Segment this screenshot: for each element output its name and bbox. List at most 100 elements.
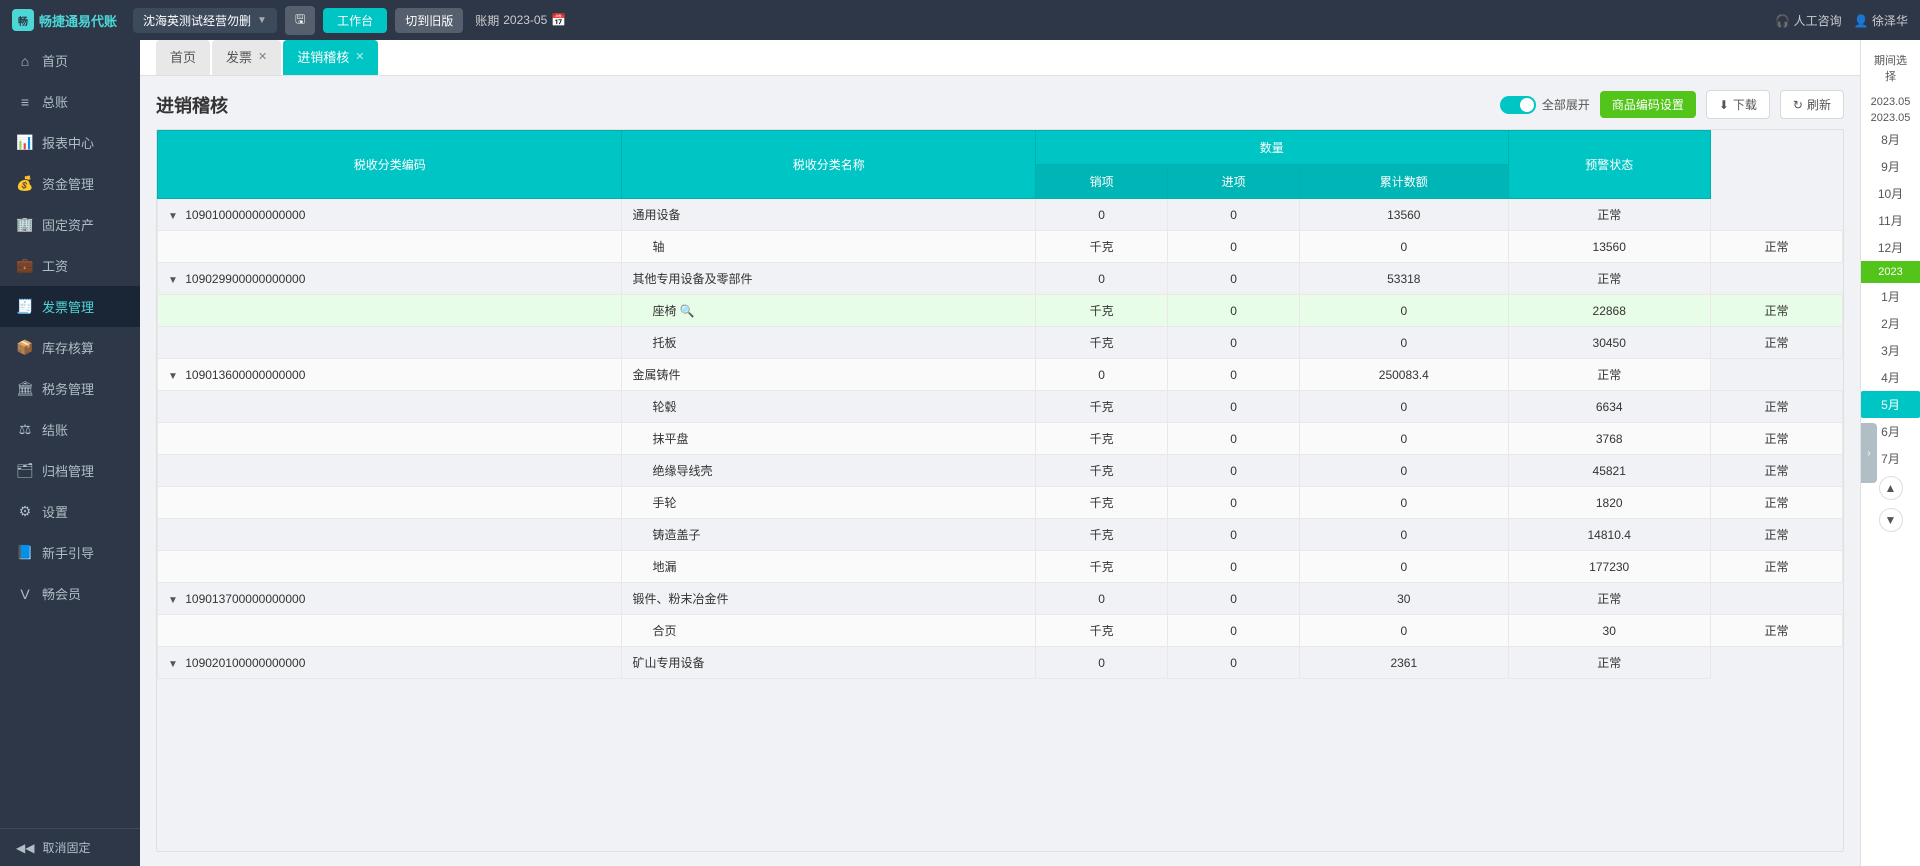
sidebar: ⌂ 首页 ≡ 总账 📊 报表中心 💰 资金管理 🏢 固定资产 💼 工资 🧾 发票… [0,40,140,866]
period-month-item[interactable]: 11月 [1861,207,1920,234]
assets-icon: 🏢 [16,216,34,233]
cell-unit: 千克 [1036,487,1168,519]
settings-icon: ⚙ [16,503,34,520]
scroll-down-button[interactable]: ▼ [1879,508,1903,532]
period-month-item[interactable]: 8月 [1861,126,1920,153]
home-icon: ⌂ [16,53,34,69]
tab-invoice-label: 发票 [226,47,252,66]
period-month-item[interactable]: 10月 [1861,180,1920,207]
company-name: 沈海英测试经营勿删 [143,12,251,29]
cell-code: ▼ 109010000000000000 [158,199,622,231]
company-selector[interactable]: 沈海英测试经营勿删 ▼ [133,8,277,33]
reports-icon: 📊 [16,134,34,151]
toggle-switch[interactable] [1500,96,1536,114]
top-actions: 🖫 工作台 切到旧版 账期 2023-05 📅 [285,6,566,35]
user-profile[interactable]: 👤 徐泽华 [1854,12,1908,29]
sidebar-item-tax[interactable]: 🏛 税务管理 [0,368,140,409]
period-month-item[interactable]: 4月 [1861,364,1920,391]
cell-xiao: 0 [1168,327,1300,359]
col-xiao: 销项 [1036,165,1168,199]
user-icon: 👤 [1854,14,1869,28]
expand-icon[interactable]: ▼ [168,275,178,286]
unpin-label: 取消固定 [42,839,90,856]
period-month-item[interactable]: 2023 [1861,261,1920,283]
sidebar-item-vip[interactable]: V 畅会员 [0,573,140,614]
sidebar-label-guide: 新手引导 [42,543,94,562]
sidebar-item-guide[interactable]: 📘 新手引导 [0,532,140,573]
table-row: ▼ 109029900000000000 其他专用设备及零部件 0 0 5331… [158,263,1843,295]
cell-total: 250083.4 [1300,359,1508,391]
cell-total: 30 [1300,583,1508,615]
sidebar-item-settlement[interactable]: ⚖ 结账 [0,409,140,450]
period-month-item[interactable]: 9月 [1861,153,1920,180]
cell-name: 轮毂 [622,391,1036,423]
period-month-item[interactable]: 1月 [1861,283,1920,310]
app-name: 畅捷通易代账 [39,11,117,30]
tab-invoice[interactable]: 发票 ✕ [212,40,281,75]
sidebar-item-assets[interactable]: 🏢 固定资产 [0,204,140,245]
expand-icon[interactable]: ▼ [168,371,178,382]
sidebar-item-salary[interactable]: 💼 工资 [0,245,140,286]
period-value: 2023-05 [503,13,547,27]
unpin-button[interactable]: ◀◀ 取消固定 [0,829,140,866]
period-month-item[interactable]: 5月 [1861,391,1920,418]
cell-xiao: 0 [1036,359,1168,391]
product-code-button[interactable]: 商品编码设置 [1600,91,1696,118]
period-month-item[interactable]: 12月 [1861,234,1920,261]
tab-invoice-close-icon[interactable]: ✕ [258,50,267,63]
invoice-icon: 🧾 [16,298,34,315]
table-row: 铸造盖子 千克 0 0 14810.4 正常 [158,519,1843,551]
sidebar-item-funds[interactable]: 💰 资金管理 [0,163,140,204]
period-month-item[interactable]: 2月 [1861,310,1920,337]
scroll-up-button[interactable]: ▲ [1879,476,1903,500]
period-month-item[interactable]: 3月 [1861,337,1920,364]
sidebar-item-archive[interactable]: 🗂 归档管理 [0,450,140,491]
expand-icon[interactable]: ▼ [168,211,178,222]
workbench-button[interactable]: 工作台 [323,8,387,33]
expand-icon[interactable]: ▼ [168,595,178,606]
cell-code-empty [158,551,622,583]
cell-unit: 千克 [1036,615,1168,647]
download-button[interactable]: ⬇ 下载 [1706,90,1770,119]
cell-total: 13560 [1508,231,1710,263]
tab-home-label: 首页 [170,47,196,66]
period-display: 账期 2023-05 📅 [475,12,566,29]
cell-total: 177230 [1508,551,1710,583]
tab-reconcile[interactable]: 进销稽核 ✕ [283,40,378,75]
download-icon: ⬇ [1719,98,1729,112]
cell-xiao: 0 [1168,487,1300,519]
tax-icon: 🏛 [16,380,34,397]
cell-status: 正常 [1710,391,1842,423]
sidebar-item-invoice[interactable]: 🧾 发票管理 [0,286,140,327]
sidebar-item-reports[interactable]: 📊 报表中心 [0,122,140,163]
cell-xiao: 0 [1168,231,1300,263]
sidebar-item-home[interactable]: ⌂ 首页 [0,40,140,81]
expand-icon[interactable]: ▼ [168,659,178,670]
support-link[interactable]: 🎧 人工咨询 [1775,12,1841,29]
tab-home[interactable]: 首页 [156,40,210,75]
cell-total: 53318 [1300,263,1508,295]
expand-toggle[interactable]: 全部展开 [1500,96,1590,114]
panel-toggle[interactable]: › [1861,423,1877,483]
cell-status: 正常 [1508,647,1710,679]
cell-xiao: 0 [1036,583,1168,615]
calendar-icon[interactable]: 📅 [551,13,566,27]
cell-jin: 0 [1300,423,1508,455]
refresh-button[interactable]: ↻ 刷新 [1780,90,1844,119]
cell-code-empty [158,519,622,551]
sidebar-item-ledger[interactable]: ≡ 总账 [0,81,140,122]
tab-bar: 首页 发票 ✕ 进销稽核 ✕ [140,40,1860,76]
cell-total: 30450 [1508,327,1710,359]
sidebar-item-settings[interactable]: ⚙ 设置 [0,491,140,532]
search-icon[interactable]: 🔍 [680,304,695,318]
tab-reconcile-close-icon[interactable]: ✕ [355,50,364,63]
sidebar-label-invoice: 发票管理 [42,297,94,316]
sidebar-item-inventory[interactable]: 📦 库存核算 [0,327,140,368]
page-actions: 全部展开 商品编码设置 ⬇ 下载 ↻ 刷新 [1500,90,1844,119]
save-draft-button[interactable]: 🖫 [285,6,315,35]
switch-old-button[interactable]: 切到旧版 [395,8,463,33]
cell-status: 正常 [1710,615,1842,647]
period-year-top: 2023.05 [1865,94,1917,110]
cell-status: 正常 [1710,327,1842,359]
cell-code: ▼ 109029900000000000 [158,263,622,295]
